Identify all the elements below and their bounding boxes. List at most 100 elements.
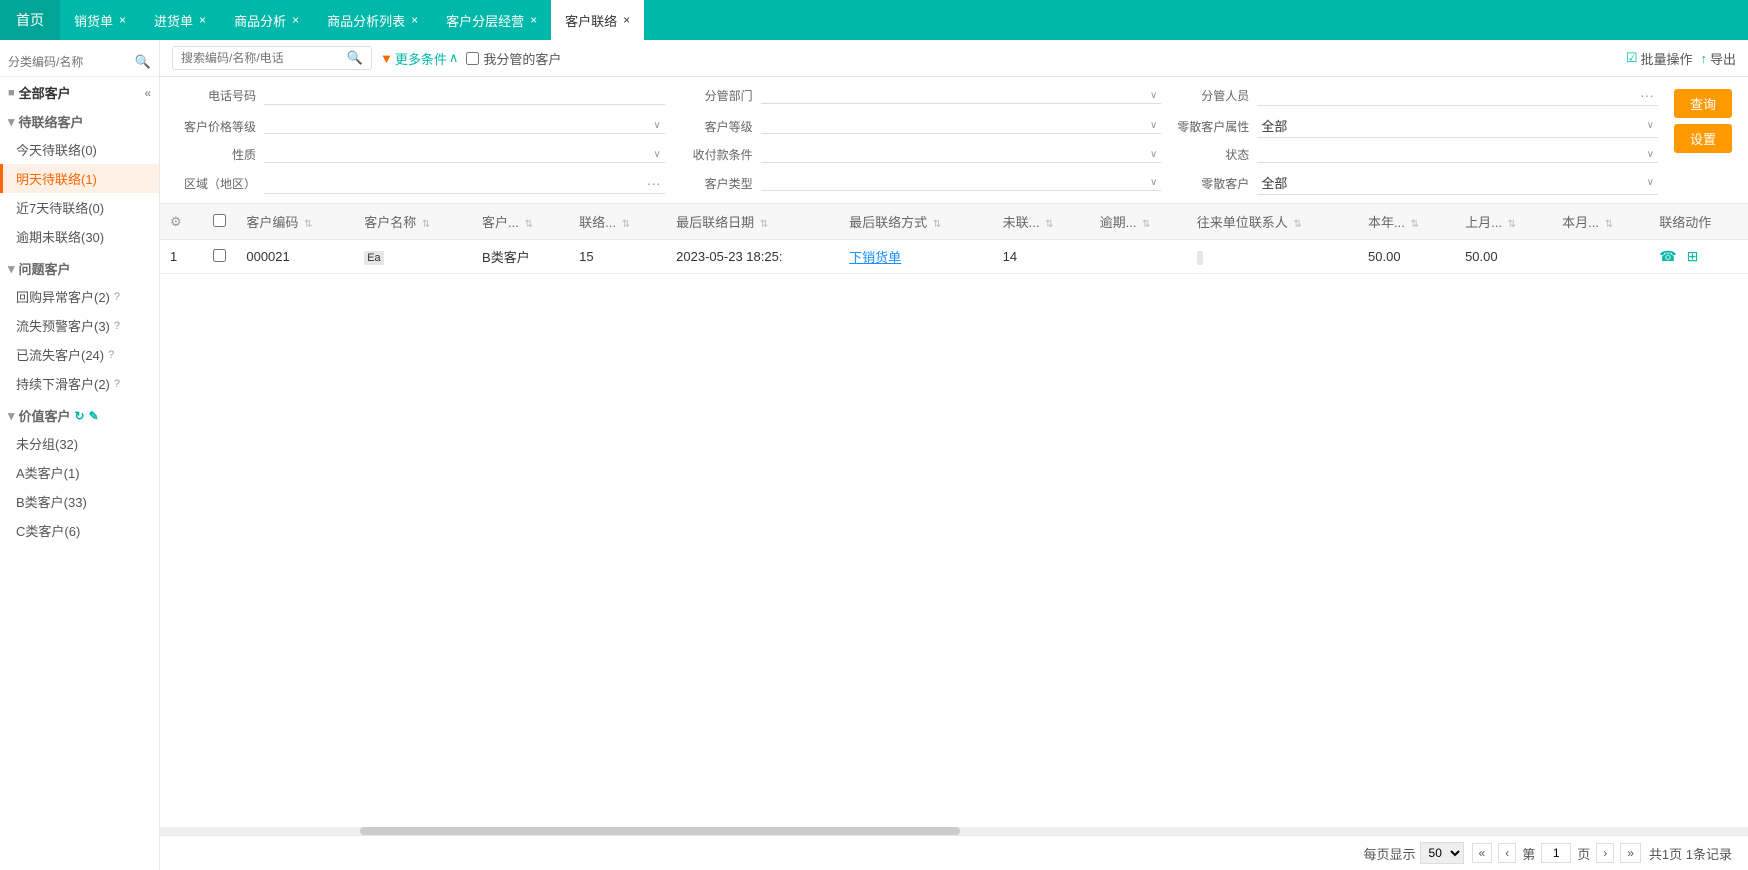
filter-cell-dept: 分管部门 ∨	[673, 87, 1162, 104]
nav-customer-contact[interactable]: 客户联络 ×	[551, 0, 644, 40]
retail-select[interactable]: 全部 ∨	[1257, 171, 1658, 195]
price-level-select[interactable]: ∨	[264, 118, 665, 134]
phone-input[interactable]	[264, 86, 665, 105]
page-input[interactable]	[1541, 843, 1571, 863]
cell-overdue	[1090, 240, 1187, 274]
sort-icon-code[interactable]: ⇅	[304, 219, 312, 230]
next-page-btn[interactable]: ›	[1596, 843, 1614, 863]
sidebar-item-tomorrow[interactable]: 明天待联络(1)	[0, 164, 159, 193]
question-icon-2[interactable]: ?	[108, 349, 114, 361]
sort-icon-uncontact[interactable]: ⇅	[1045, 219, 1053, 230]
sidebar-item-churn-warning[interactable]: 流失预警客户(3) ?	[0, 311, 159, 340]
more-conditions-btn[interactable]: ▼ 更多条件 ∧	[380, 49, 458, 68]
first-page-btn[interactable]: «	[1472, 843, 1493, 863]
nav-purchase[interactable]: 进货单 ×	[140, 0, 220, 40]
cell-checkbox	[203, 240, 236, 274]
export-btn[interactable]: ↑ 导出	[1700, 49, 1736, 68]
area-select[interactable]: ···	[264, 173, 665, 194]
cell-index: 1	[160, 240, 203, 274]
my-customers-filter[interactable]: 我分管的客户	[466, 49, 561, 68]
contact-action-icon[interactable]: ☎	[1659, 248, 1676, 265]
all-customers-header[interactable]: ■ 全部客户 «	[0, 77, 159, 108]
more-action-icon[interactable]: ⊞	[1687, 248, 1699, 265]
filter-panel: 电话号码 分管部门 ∨ 分管人员	[160, 77, 1748, 204]
sort-icon-contact-person[interactable]: ⇅	[1293, 219, 1301, 230]
prev-page-btn[interactable]: ‹	[1498, 843, 1516, 863]
question-icon-3[interactable]: ?	[114, 378, 120, 390]
close-customer-contact-icon[interactable]: ×	[623, 13, 630, 27]
collapse-btn[interactable]: «	[144, 86, 151, 100]
batch-op-btn[interactable]: ☑ 批量操作	[1626, 49, 1693, 68]
query-btn[interactable]: 查询	[1674, 89, 1732, 118]
sidebar-item-ungroup[interactable]: 未分组(32)	[0, 429, 159, 458]
last-page-btn[interactable]: »	[1620, 843, 1641, 863]
sidebar-item-overdue[interactable]: 逾期未联络(30)	[0, 222, 159, 251]
sidebar-item-today[interactable]: 今天待联络(0)	[0, 135, 159, 164]
sort-icon-last-method[interactable]: ⇅	[933, 219, 941, 230]
settings-btn[interactable]: 设置	[1674, 124, 1732, 153]
area-dots-icon[interactable]: ···	[647, 175, 661, 191]
sidebar-item-c-class[interactable]: C类客户(6)	[0, 516, 159, 545]
filter-cell-price-level: 客户价格等级 ∨	[176, 118, 665, 135]
settings-icon[interactable]: ⚙	[170, 214, 182, 229]
nav-product-analysis[interactable]: 商品分析 ×	[220, 0, 313, 40]
sort-icon-year[interactable]: ⇅	[1410, 219, 1418, 230]
select-all-checkbox[interactable]	[213, 214, 226, 227]
status-select[interactable]: ∨	[1257, 147, 1658, 163]
payment-select[interactable]: ∨	[761, 147, 1162, 163]
close-sales-icon[interactable]: ×	[119, 13, 126, 27]
close-product-analysis-list-icon[interactable]: ×	[411, 13, 418, 27]
nav-sales[interactable]: 销货单 ×	[60, 0, 140, 40]
value-refresh-icon[interactable]: ↻	[75, 409, 85, 423]
page-suffix-label: 页	[1577, 844, 1590, 863]
nature-select[interactable]: ∨	[264, 147, 665, 163]
scrollbar-thumb[interactable]	[360, 827, 960, 835]
col-header-uncontact: 未联... ⇅	[993, 204, 1090, 240]
sort-icon-month[interactable]: ⇅	[1605, 219, 1613, 230]
phone-label: 电话号码	[176, 87, 256, 104]
cell-last-date: 2023-05-23 18:25:	[666, 240, 839, 274]
sidebar-search-input[interactable]	[8, 55, 135, 69]
search-input[interactable]	[181, 51, 347, 65]
sidebar-item-a-class[interactable]: A类客户(1)	[0, 458, 159, 487]
close-product-analysis-icon[interactable]: ×	[292, 13, 299, 27]
sort-icon-name[interactable]: ⇅	[422, 219, 430, 230]
question-icon-1[interactable]: ?	[114, 320, 120, 332]
close-customer-tier-icon[interactable]: ×	[530, 13, 537, 27]
cell-year: 50.00	[1358, 240, 1455, 274]
sidebar-item-repurchase-abnormal[interactable]: 回购异常客户(2) ?	[0, 282, 159, 311]
customer-level-select[interactable]: ∨	[761, 118, 1162, 134]
sidebar-item-declining[interactable]: 持续下滑客户(2) ?	[0, 369, 159, 398]
dept-select[interactable]: ∨	[761, 88, 1162, 104]
nav-customer-tier[interactable]: 客户分层经营 ×	[432, 0, 551, 40]
sort-icon-overdue[interactable]: ⇅	[1142, 219, 1150, 230]
sort-icon-contact[interactable]: ⇅	[622, 219, 630, 230]
row-checkbox[interactable]	[213, 249, 226, 262]
close-purchase-icon[interactable]: ×	[199, 13, 206, 27]
my-customers-checkbox[interactable]	[466, 52, 479, 65]
manager-dots-icon[interactable]: ···	[1640, 87, 1654, 103]
col-header-name: 客户名称 ⇅	[354, 204, 472, 240]
last-method-link[interactable]: 下销货单	[849, 250, 901, 265]
cell-month	[1552, 240, 1649, 274]
sort-icon-last-month[interactable]: ⇅	[1508, 219, 1516, 230]
nature-arrow-icon: ∨	[653, 149, 660, 160]
manager-select[interactable]: ···	[1257, 85, 1658, 106]
nav-product-analysis-list[interactable]: 商品分析列表 ×	[313, 0, 432, 40]
search-icon[interactable]: 🔍	[347, 50, 363, 66]
customer-type-select[interactable]: ∨	[761, 175, 1162, 191]
sort-icon-type[interactable]: ⇅	[525, 219, 533, 230]
sort-icon-last-date[interactable]: ⇅	[760, 219, 768, 230]
sidebar-item-week[interactable]: 近7天待联络(0)	[0, 193, 159, 222]
horizontal-scrollbar[interactable]	[160, 827, 1748, 835]
payment-arrow-icon: ∨	[1150, 149, 1157, 160]
retail-attr-select[interactable]: 全部 ∨	[1257, 114, 1658, 138]
sidebar-item-churned[interactable]: 已流失客户(24) ?	[0, 340, 159, 369]
value-edit-icon[interactable]: ✎	[89, 409, 99, 423]
question-icon-0[interactable]: ?	[114, 291, 120, 303]
price-level-arrow-icon: ∨	[653, 120, 660, 131]
nav-home[interactable]: 首页	[0, 0, 60, 40]
per-page-select[interactable]: 50	[1420, 842, 1464, 864]
sidebar-search-icon[interactable]: 🔍	[135, 54, 151, 70]
sidebar-item-b-class[interactable]: B类客户(33)	[0, 487, 159, 516]
